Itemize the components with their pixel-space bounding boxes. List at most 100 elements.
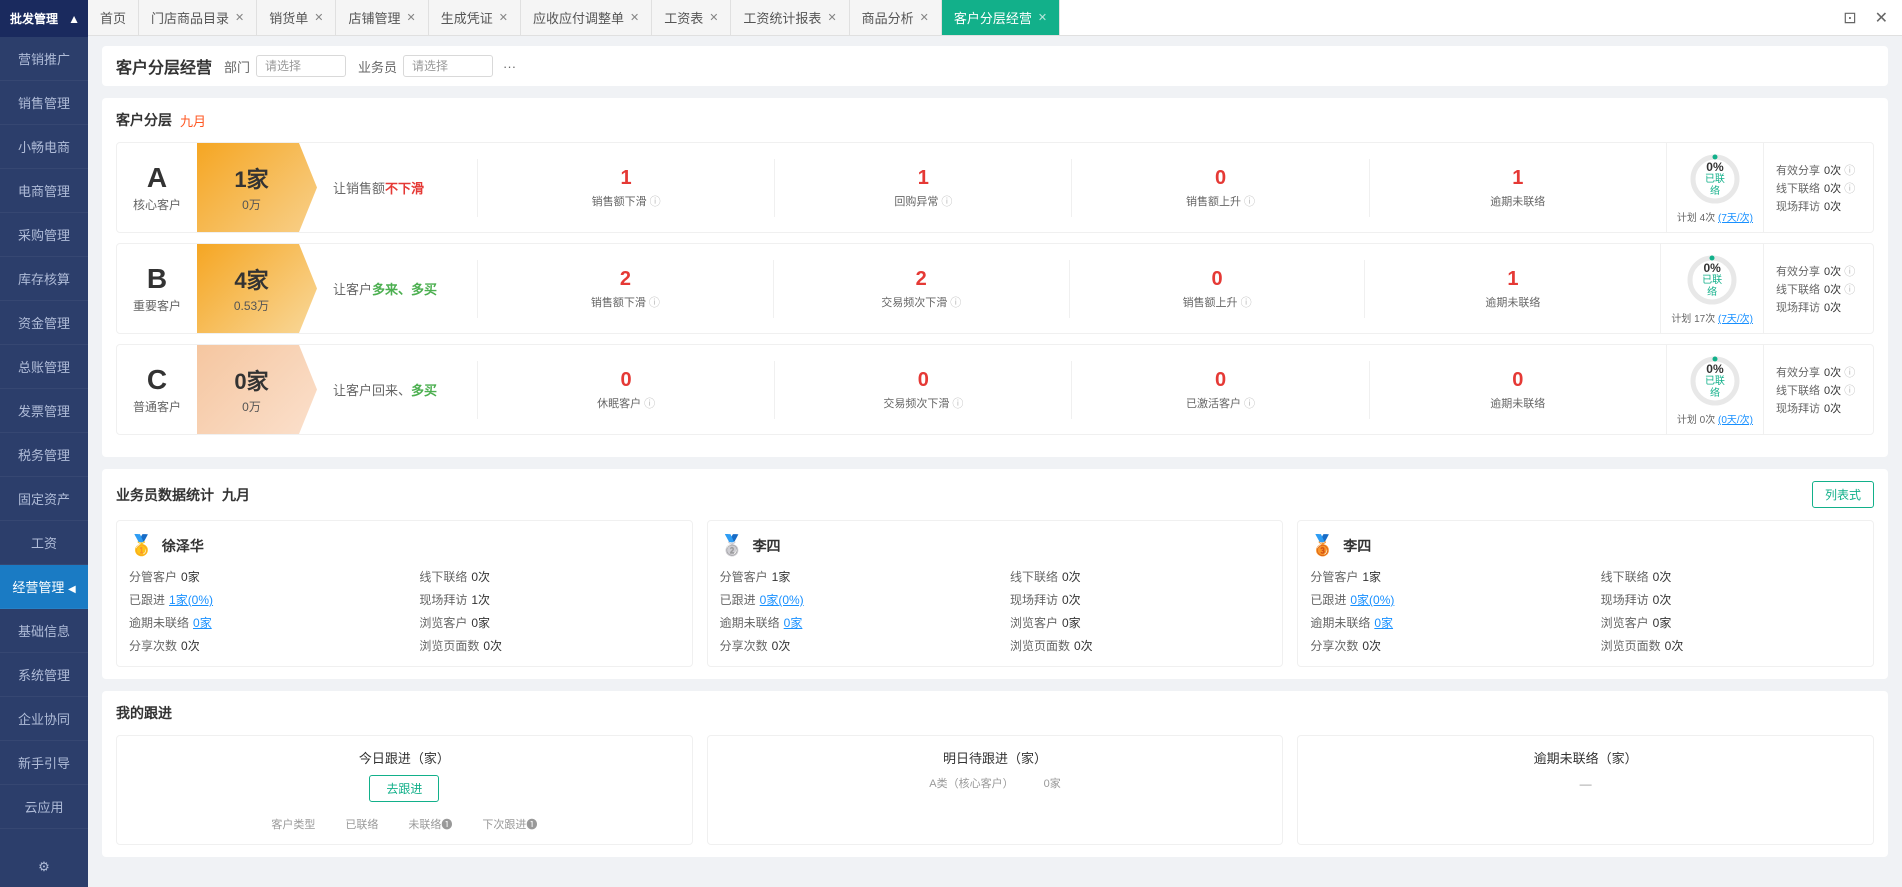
sidebar-item-payroll[interactable]: 工资 [0,521,88,565]
dept-filter-group: 部门 请选择 [224,55,346,77]
tier-b-stat-2[interactable]: 2 交易频次下滑 ⓘ [773,260,1069,318]
tab-close-product-analysis[interactable]: ✕ [920,11,929,24]
tabbar: 首页 门店商品目录 ✕ 销货单 ✕ 店铺管理 ✕ 生成凭证 ✕ 应收应付调整单 … [88,0,1902,36]
tier-a-stat-1[interactable]: 1 销售额下滑 ⓘ [477,159,774,217]
staff-card-3: 🥉 李四 分管客户 1家 线下联络 0次 已跟进 0家(0%) 现场拜访 0次 … [1297,520,1874,667]
staff-2-name: 李四 [753,536,781,556]
tier-b-amount: 0.53万 [234,297,269,314]
tier-a-stat-2[interactable]: 1 回购异常 ⓘ [774,159,1071,217]
tier-a-label: A 核心客户 [117,143,197,232]
sidebar-item-cloud[interactable]: 云应用 [0,785,88,829]
sidebar-settings[interactable]: ⚙ [0,847,88,887]
tab-close-payroll[interactable]: ✕ [709,11,718,24]
tab-store-manage[interactable]: 店铺管理 ✕ [336,0,428,36]
staff-card-1: 🥇 徐泽华 分管客户 0家 线下联络 0次 已跟进 1家(0%) 现场拜访 1次… [116,520,693,667]
tab-generate-voucher[interactable]: 生成凭证 ✕ [429,0,521,36]
tier-a-stat-4[interactable]: 1 逾期未联络 [1369,159,1666,217]
tab-store-products[interactable]: 门店商品目录 ✕ [139,0,257,36]
sidebar-item-purchase[interactable]: 采购管理 [0,213,88,257]
staff-3-medal: 🥉 [1310,533,1335,558]
sidebar-title: 批发管理 [10,10,58,27]
sidebar-item-inventory[interactable]: 库存核算 [0,257,88,301]
staff-2-header: 🥈 李四 [720,533,1271,558]
sidebar-item-collab[interactable]: 企业协同 [0,697,88,741]
tier-b-stat-4[interactable]: 1 逾期未联络 [1364,260,1660,318]
tier-c-stat-4[interactable]: 0 逾期未联络 [1369,361,1666,419]
staff-label: 业务员 [358,57,397,76]
sidebar-item-basic[interactable]: 基础信息 [0,609,88,653]
go-follow-button[interactable]: 去跟进 [369,775,439,802]
staff-2-stats: 分管客户 1家 线下联络 0次 已跟进 0家(0%) 现场拜访 0次 逾期未联络… [720,568,1271,654]
tab-customer-tier[interactable]: 客户分层经营 ✕ [942,0,1060,36]
sidebar-item-guide[interactable]: 新手引导 [0,741,88,785]
tier-c-suggestion: 让客户回来、多买 [317,345,477,434]
tab-payable-adjust[interactable]: 应收应付调整单 ✕ [521,0,652,36]
tier-c-count: 0家 [234,364,268,396]
tier-a-circle: 0% 已联络 计划 4次 (7天/次) [1666,143,1763,232]
staff-3-name: 李四 [1343,536,1371,556]
tier-a-count: 1家 [234,162,268,194]
tier-b-stat-1[interactable]: 2 销售额下滑 ⓘ [477,260,773,318]
tabbar-actions: ⊡ ✕ [1837,6,1902,30]
tier-b-card[interactable]: 4家 0.53万 [197,244,317,333]
tab-payroll[interactable]: 工资表 ✕ [652,0,731,36]
tier-b-label: B 重要客户 [117,244,197,333]
dept-select[interactable]: 请选择 [256,55,346,77]
staff-3-header: 🥉 李四 [1310,533,1861,558]
tab-sales-order[interactable]: 销货单 ✕ [257,0,336,36]
tier-row-c: C 普通客户 0家 0万 让客户回来、多买 0 休眠客户 ⓘ 0 [116,344,1874,435]
staff-filter-group: 业务员 请选择 ··· [358,55,516,77]
sidebar-collapse-icon[interactable]: ▲ [68,12,80,26]
overdue-follow-title: 逾期未联络（家） [1310,748,1861,767]
staff-1-stats: 分管客户 0家 线下联络 0次 已跟进 1家(0%) 现场拜访 1次 逾期未联络… [129,568,680,654]
tab-close-all-icon[interactable]: ✕ [1869,6,1894,30]
tab-payroll-report[interactable]: 工资统计报表 ✕ [731,0,849,36]
page-header: 客户分层经营 部门 请选择 业务员 请选择 ··· [102,46,1888,86]
tier-c-stat-3[interactable]: 0 已激活客户 ⓘ [1071,361,1368,419]
sidebar-item-invoice[interactable]: 发票管理 [0,389,88,433]
customer-tier-month: 九月 [180,111,206,130]
tab-home[interactable]: 首页 [88,0,139,36]
tier-a-stat-3[interactable]: 0 销售额上升 ⓘ [1071,159,1368,217]
tab-close-customer-tier[interactable]: ✕ [1038,11,1047,24]
sidebar: 批发管理 ▲ 营销推广 销售管理 小畅电商 电商管理 采购管理 库存核算 资金管… [0,0,88,887]
sidebar-item-ecommerce-small[interactable]: 小畅电商 [0,125,88,169]
page-title: 客户分层经营 [116,54,212,78]
tab-close-store-manage[interactable]: ✕ [407,11,416,24]
list-view-button[interactable]: 列表式 [1812,481,1874,508]
tomorrow-follow-title: 明日待跟进（家） [720,748,1271,767]
tab-close-generate-voucher[interactable]: ✕ [499,11,508,24]
staff-1-name: 徐泽华 [162,536,204,556]
tab-close-payroll-report[interactable]: ✕ [827,11,836,24]
sidebar-item-ecommerce[interactable]: 电商管理 [0,169,88,213]
follow-card-today: 今日跟进（家） 去跟进 客户类型 已联络 未联络❶ 下次跟进❶ [116,735,693,845]
follow-section: 我的跟进 今日跟进（家） 去跟进 客户类型 已联络 未联络❶ 下次跟进❶ 明日待… [102,691,1888,857]
sidebar-item-marketing[interactable]: 营销推广 [0,37,88,81]
sidebar-item-finance[interactable]: 资金管理 [0,301,88,345]
sidebar-item-management[interactable]: 经营管理 ◀ [0,565,88,609]
tier-a-card[interactable]: 1家 0万 [197,143,317,232]
tab-close-payable-adjust[interactable]: ✕ [630,11,639,24]
more-filters-icon[interactable]: ··· [503,59,516,74]
sidebar-item-assets[interactable]: 固定资产 [0,477,88,521]
dept-label: 部门 [224,57,250,76]
sidebar-header[interactable]: 批发管理 ▲ [0,0,88,37]
staff-select[interactable]: 请选择 [403,55,493,77]
tier-c-card[interactable]: 0家 0万 [197,345,317,434]
tier-c-stats: 0 休眠客户 ⓘ 0 交易频次下滑 ⓘ 0 已激活客户 ⓘ 0 逾期未联络 [477,345,1666,434]
tier-b-suggestion: 让客户多来、多买 [317,244,477,333]
follow-card-overdue: 逾期未联络（家） — [1297,735,1874,845]
tier-b-stat-3[interactable]: 0 销售额上升 ⓘ [1069,260,1365,318]
tier-a-suggestion: 让销售额不下滑 [317,143,477,232]
tier-c-stat-2[interactable]: 0 交易频次下滑 ⓘ [774,361,1071,419]
staff-month-badge: 九月 [222,485,250,505]
sidebar-item-system[interactable]: 系统管理 [0,653,88,697]
sidebar-item-tax[interactable]: 税务管理 [0,433,88,477]
tier-c-stat-1[interactable]: 0 休眠客户 ⓘ [477,361,774,419]
tab-product-analysis[interactable]: 商品分析 ✕ [850,0,942,36]
sidebar-item-sales[interactable]: 销售管理 [0,81,88,125]
sidebar-item-ledger[interactable]: 总账管理 [0,345,88,389]
tab-close-sales-order[interactable]: ✕ [314,11,323,24]
tab-restore-icon[interactable]: ⊡ [1837,6,1862,30]
tab-close-store-products[interactable]: ✕ [235,11,244,24]
